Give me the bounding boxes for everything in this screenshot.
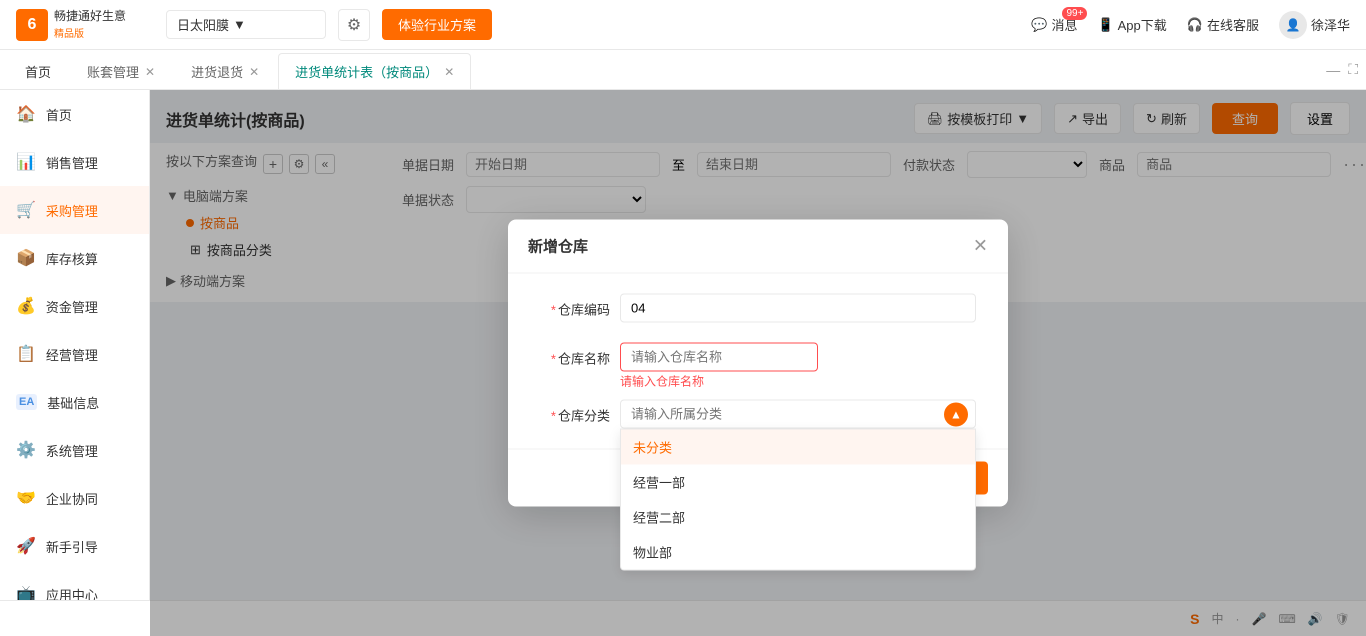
- sidebar-item-purchase[interactable]: 🛒 采购管理: [0, 186, 149, 234]
- dropdown-item-unclassified[interactable]: 未分类: [621, 430, 975, 465]
- sidebar-home-label: 首页: [46, 105, 72, 124]
- dropdown-item-dept1[interactable]: 经营一部: [621, 465, 975, 500]
- header-right: 💬 消息 99+ 📱 App下载 🎧 在线客服 👤 徐泽华: [1031, 11, 1350, 39]
- messages-badge: 99+: [1062, 7, 1087, 20]
- sidebar-finance-label: 资金管理: [46, 297, 98, 316]
- trial-button[interactable]: 体验行业方案: [382, 9, 492, 40]
- username: 徐泽华: [1311, 15, 1350, 34]
- guide-icon: 🚀: [16, 536, 36, 556]
- store-selector[interactable]: 日太阳膜 ▼: [166, 10, 326, 39]
- category-input[interactable]: [620, 400, 976, 429]
- home-icon: 🏠: [16, 104, 36, 124]
- form-row-category: 仓库分类 ▲ 未分类 经营一部 经营二部 物业部: [540, 400, 976, 429]
- tab-accounts-close[interactable]: ✕: [145, 66, 155, 78]
- tab-home[interactable]: 首页: [8, 53, 68, 89]
- store-name: 日太阳膜: [177, 15, 229, 34]
- sidebar-basic-info-label: 基础信息: [47, 393, 99, 412]
- user-menu[interactable]: 👤 徐泽华: [1279, 11, 1350, 39]
- sidebar-system-label: 系统管理: [46, 441, 98, 460]
- code-input[interactable]: [620, 294, 976, 323]
- name-label: 仓库名称: [540, 343, 620, 368]
- name-error-msg: 请输入仓库名称: [620, 373, 704, 390]
- dropdown-toggle-button[interactable]: ▲: [944, 402, 968, 426]
- purchase-icon: 🛒: [16, 200, 36, 220]
- modal-close-button[interactable]: ✕: [973, 236, 988, 257]
- tab-stats[interactable]: 进货单统计表（按商品） ✕: [278, 53, 471, 89]
- system-icon: ⚙️: [16, 440, 36, 460]
- tab-stats-close[interactable]: ✕: [444, 66, 454, 78]
- sidebar-guide-label: 新手引导: [46, 537, 98, 556]
- logo-sub: 精品版: [54, 25, 126, 40]
- basic-info-icon: EA: [16, 394, 37, 410]
- sidebar-inventory-label: 库存核算: [46, 249, 98, 268]
- tab-returns-label: 进货退货: [191, 62, 243, 81]
- form-row-code: 仓库编码: [540, 294, 976, 323]
- settings-icon[interactable]: ⚙: [338, 9, 370, 41]
- messages-btn[interactable]: 💬 消息 99+: [1031, 15, 1077, 34]
- avatar: 👤: [1279, 11, 1307, 39]
- logo-icon: 6: [16, 9, 48, 41]
- online-service-label: 在线客服: [1207, 15, 1259, 34]
- sidebar-enterprise-label: 企业协同: [46, 489, 98, 508]
- sidebar-item-enterprise[interactable]: 🤝 企业协同: [0, 474, 149, 522]
- sidebar-item-home[interactable]: 🏠 首页: [0, 90, 149, 138]
- headset-icon: 🎧: [1187, 17, 1203, 33]
- dropdown-item-dept2[interactable]: 经营二部: [621, 500, 975, 535]
- phone-icon: 📱: [1097, 17, 1113, 33]
- add-warehouse-modal: 新增仓库 ✕ 仓库编码 仓库名称 请输入仓库名称: [508, 220, 1008, 507]
- code-label: 仓库编码: [540, 294, 620, 319]
- top-header: 6 畅捷通好生意 精品版 日太阳膜 ▼ ⚙ 体验行业方案 💬 消息 99+ 📱 …: [0, 0, 1366, 50]
- inventory-icon: 📦: [16, 248, 36, 268]
- sidebar-item-system[interactable]: ⚙️ 系统管理: [0, 426, 149, 474]
- category-dropdown-list: 未分类 经营一部 经营二部 物业部: [620, 429, 976, 571]
- sidebar-sales-label: 销售管理: [46, 153, 98, 172]
- tab-returns-close[interactable]: ✕: [249, 66, 259, 78]
- chevron-down-icon: ▼: [233, 17, 246, 32]
- sidebar-item-finance[interactable]: 💰 资金管理: [0, 282, 149, 330]
- sidebar: 🏠 首页 📊 销售管理 🛒 采购管理 📦 库存核算 💰 资金管理 📋 经营管理 …: [0, 90, 150, 636]
- modal-title: 新增仓库: [528, 236, 588, 257]
- tab-expand-icon[interactable]: ⛶: [1348, 61, 1358, 78]
- dropdown-item-property[interactable]: 物业部: [621, 535, 975, 570]
- tab-accounts-label: 账套管理: [87, 62, 139, 81]
- message-icon: 💬: [1031, 17, 1047, 33]
- tab-accounts[interactable]: 账套管理 ✕: [70, 53, 172, 89]
- sidebar-item-operations[interactable]: 📋 经营管理: [0, 330, 149, 378]
- tab-bar: 首页 账套管理 ✕ 进货退货 ✕ 进货单统计表（按商品） ✕ — ⛶: [0, 50, 1366, 90]
- sidebar-item-basic-info[interactable]: EA 基础信息: [0, 378, 149, 426]
- tab-home-label: 首页: [25, 62, 51, 81]
- sidebar-item-inventory[interactable]: 📦 库存核算: [0, 234, 149, 282]
- sidebar-item-sales[interactable]: 📊 销售管理: [0, 138, 149, 186]
- sidebar-purchase-label: 采购管理: [46, 201, 98, 220]
- modal-header: 新增仓库 ✕: [508, 220, 1008, 274]
- finance-icon: 💰: [16, 296, 36, 316]
- tab-stats-label: 进货单统计表（按商品）: [295, 62, 438, 81]
- page-content: 进货单统计(按商品) 🖨 按模板打印 ▼ ↗ 导出 ↻ 刷新 查询 设置: [150, 90, 1366, 636]
- tab-minimize-icon[interactable]: —: [1326, 62, 1340, 78]
- enterprise-icon: 🤝: [16, 488, 36, 508]
- tab-returns[interactable]: 进货退货 ✕: [174, 53, 276, 89]
- app-download-label: App下载: [1118, 15, 1167, 34]
- sidebar-item-guide[interactable]: 🚀 新手引导: [0, 522, 149, 570]
- sidebar-operations-label: 经营管理: [46, 345, 98, 364]
- category-label: 仓库分类: [540, 400, 620, 425]
- main-layout: 🏠 首页 📊 销售管理 🛒 采购管理 📦 库存核算 💰 资金管理 📋 经营管理 …: [0, 90, 1366, 636]
- tab-bar-right: — ⛶: [1326, 50, 1366, 89]
- category-dropdown-wrapper: ▲ 未分类 经营一部 经营二部 物业部: [620, 400, 976, 429]
- modal-body: 仓库编码 仓库名称 请输入仓库名称 仓库分类 ▲: [508, 274, 1008, 449]
- logo-area: 6 畅捷通好生意 精品版: [16, 9, 166, 41]
- logo-text: 畅捷通好生意: [54, 9, 126, 25]
- sales-icon: 📊: [16, 152, 36, 172]
- name-input[interactable]: [620, 343, 818, 372]
- app-download-btn[interactable]: 📱 App下载: [1097, 15, 1166, 34]
- operations-icon: 📋: [16, 344, 36, 364]
- online-service-btn[interactable]: 🎧 在线客服: [1187, 15, 1259, 34]
- header-center: 日太阳膜 ▼ ⚙ 体验行业方案: [166, 9, 1031, 41]
- form-row-name: 仓库名称 请输入仓库名称: [540, 343, 976, 372]
